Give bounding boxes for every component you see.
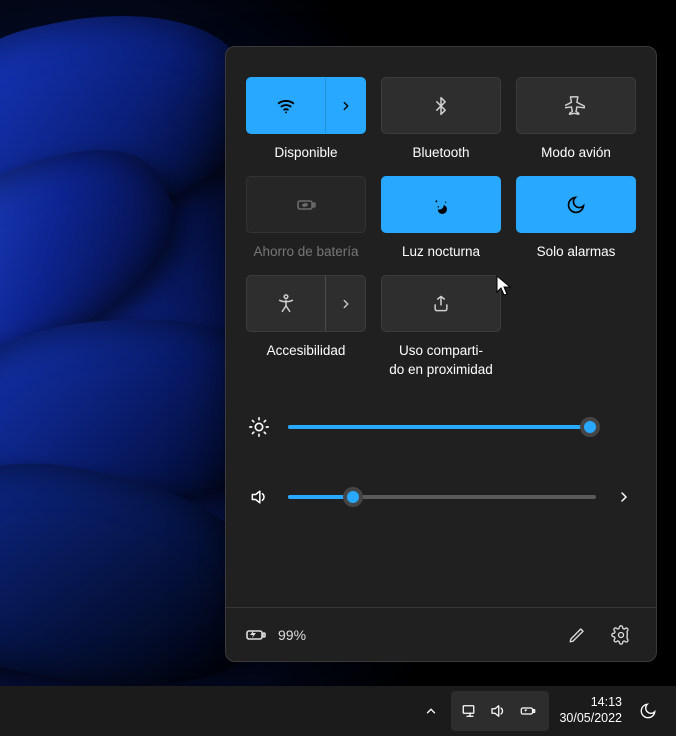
battery-saver-label: Ahorro de batería bbox=[253, 243, 358, 261]
bluetooth-label: Bluetooth bbox=[412, 144, 469, 162]
volume-slider[interactable] bbox=[248, 473, 634, 521]
wifi-expand-button[interactable] bbox=[325, 78, 365, 133]
night-light-icon bbox=[430, 194, 452, 216]
network-tray-icon bbox=[461, 702, 479, 720]
edit-quick-settings-button[interactable] bbox=[560, 618, 594, 652]
brightness-thumb[interactable] bbox=[580, 417, 600, 437]
nearby-share-label: Uso comparti- do en proximidad bbox=[389, 342, 493, 378]
taskbar-clock[interactable]: 14:13 30/05/2022 bbox=[553, 691, 628, 731]
battery-status-icon bbox=[244, 623, 268, 647]
share-icon bbox=[431, 294, 451, 314]
panel-footer: 99% bbox=[226, 607, 656, 661]
taskbar-time: 14:13 bbox=[591, 695, 622, 711]
battery-saver-tile bbox=[246, 176, 366, 233]
wifi-tile[interactable] bbox=[246, 77, 366, 134]
bluetooth-icon bbox=[431, 96, 451, 116]
airplane-tile[interactable] bbox=[516, 77, 636, 134]
night-light-label: Luz nocturna bbox=[402, 243, 480, 261]
nearby-share-tile[interactable] bbox=[381, 275, 501, 332]
alarms-only-label: Solo alarmas bbox=[537, 243, 616, 261]
system-tray[interactable] bbox=[451, 691, 549, 731]
battery-tray-icon bbox=[517, 702, 539, 720]
brightness-icon bbox=[248, 416, 270, 438]
wifi-icon bbox=[247, 95, 325, 117]
taskbar: 14:13 30/05/2022 bbox=[0, 686, 676, 736]
volume-icon bbox=[248, 487, 270, 507]
volume-tray-icon bbox=[489, 702, 507, 720]
airplane-icon bbox=[565, 95, 587, 117]
battery-leaf-icon bbox=[294, 193, 318, 217]
accessibility-icon bbox=[247, 293, 325, 315]
moon-icon bbox=[566, 195, 586, 215]
tray-overflow-button[interactable] bbox=[415, 691, 447, 731]
quick-settings-panel: Disponible Bluetooth Modo avión bbox=[225, 46, 657, 662]
open-settings-button[interactable] bbox=[604, 618, 638, 652]
brightness-track[interactable] bbox=[288, 425, 596, 429]
brightness-slider[interactable] bbox=[248, 403, 634, 451]
airplane-label: Modo avión bbox=[541, 144, 611, 162]
notification-center-button[interactable] bbox=[632, 691, 664, 731]
volume-output-button[interactable] bbox=[614, 489, 634, 505]
battery-status-text: 99% bbox=[278, 627, 306, 643]
night-light-tile[interactable] bbox=[381, 176, 501, 233]
accessibility-label: Accesibilidad bbox=[267, 342, 346, 360]
bluetooth-tile[interactable] bbox=[381, 77, 501, 134]
tiles-grid: Disponible Bluetooth Modo avión bbox=[226, 47, 656, 379]
taskbar-date: 30/05/2022 bbox=[559, 711, 622, 727]
accessibility-tile[interactable] bbox=[246, 275, 366, 332]
volume-thumb[interactable] bbox=[343, 487, 363, 507]
wifi-label: Disponible bbox=[274, 144, 337, 162]
alarms-only-tile[interactable] bbox=[516, 176, 636, 233]
volume-track[interactable] bbox=[288, 495, 596, 499]
sliders-area bbox=[226, 379, 656, 543]
accessibility-expand-button[interactable] bbox=[325, 276, 365, 331]
